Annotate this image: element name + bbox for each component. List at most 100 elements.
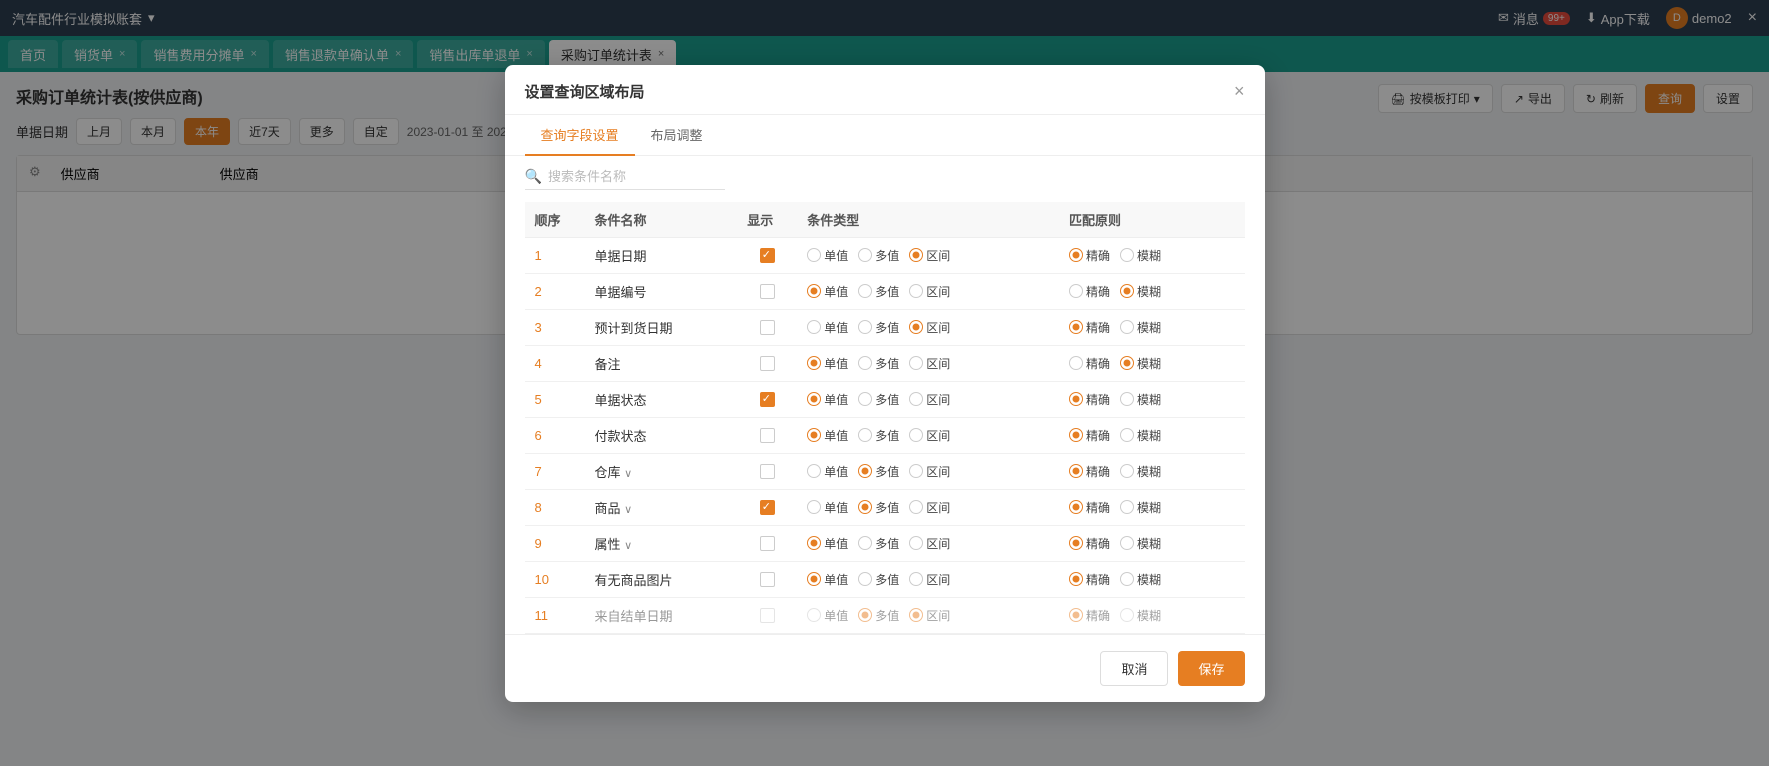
- condition-type-single[interactable]: 单值: [807, 535, 848, 552]
- row-name: 单据日期: [585, 237, 738, 273]
- search-box: 🔍: [525, 168, 725, 190]
- row-condition-type: 单值多值区间: [797, 561, 1059, 597]
- match-rule-exact[interactable]: 精确: [1069, 535, 1110, 552]
- row-match-rule: 精确模糊: [1059, 453, 1244, 489]
- tab-layout-adjust[interactable]: 布局调整: [635, 115, 719, 156]
- cancel-button[interactable]: 取消: [1100, 651, 1168, 686]
- condition-type-single[interactable]: 单值: [807, 571, 848, 588]
- condition-type-single[interactable]: 单值: [807, 247, 848, 264]
- match-rule-fuzzy[interactable]: 模糊: [1120, 355, 1161, 372]
- display-checkbox[interactable]: [760, 428, 775, 443]
- search-icon: 🔍: [525, 168, 542, 185]
- condition-type-range[interactable]: 区间: [909, 319, 950, 336]
- save-button[interactable]: 保存: [1178, 651, 1244, 686]
- condition-type-multi[interactable]: 多值: [858, 427, 899, 444]
- col-header-display: 显示: [737, 202, 797, 238]
- row-condition-type: 单值多值区间: [797, 489, 1059, 525]
- display-checkbox[interactable]: [760, 500, 775, 515]
- condition-type-single[interactable]: 单值: [807, 427, 848, 444]
- condition-type-multi[interactable]: 多值: [858, 319, 899, 336]
- match-rule-fuzzy[interactable]: 模糊: [1120, 283, 1161, 300]
- row-display: [737, 489, 797, 525]
- row-order: 8: [525, 489, 585, 525]
- condition-type-single[interactable]: 单值: [807, 319, 848, 336]
- condition-type-multi[interactable]: 多值: [858, 607, 899, 624]
- row-order: 11: [525, 597, 585, 633]
- display-checkbox[interactable]: [760, 248, 775, 263]
- tab-query-fields[interactable]: 查询字段设置: [525, 115, 635, 156]
- condition-type-single[interactable]: 单值: [807, 391, 848, 408]
- dialog-tabs: 查询字段设置 布局调整: [505, 115, 1265, 156]
- row-display: [737, 525, 797, 561]
- dialog-close-btn[interactable]: ×: [1234, 82, 1245, 100]
- condition-type-multi[interactable]: 多值: [858, 247, 899, 264]
- condition-type-single[interactable]: 单值: [807, 463, 848, 480]
- display-checkbox[interactable]: [760, 572, 775, 587]
- condition-type-multi[interactable]: 多值: [858, 499, 899, 516]
- condition-type-range[interactable]: 区间: [909, 391, 950, 408]
- match-rule-exact[interactable]: 精确: [1069, 355, 1110, 372]
- condition-type-range[interactable]: 区间: [909, 499, 950, 516]
- match-rule-fuzzy[interactable]: 模糊: [1120, 535, 1161, 552]
- match-rule-fuzzy[interactable]: 模糊: [1120, 499, 1161, 516]
- match-rule-fuzzy[interactable]: 模糊: [1120, 463, 1161, 480]
- row-name: 单据状态: [585, 381, 738, 417]
- match-rule-exact[interactable]: 精确: [1069, 607, 1110, 624]
- display-checkbox[interactable]: [760, 320, 775, 335]
- condition-type-range[interactable]: 区间: [909, 355, 950, 372]
- condition-type-multi[interactable]: 多值: [858, 391, 899, 408]
- condition-type-multi[interactable]: 多值: [858, 571, 899, 588]
- display-checkbox[interactable]: [760, 536, 775, 551]
- match-rule-fuzzy[interactable]: 模糊: [1120, 319, 1161, 336]
- display-checkbox[interactable]: [760, 464, 775, 479]
- match-rule-fuzzy[interactable]: 模糊: [1120, 607, 1161, 624]
- row-match-rule: 精确模糊: [1059, 309, 1244, 345]
- condition-type-single[interactable]: 单值: [807, 283, 848, 300]
- row-order: 5: [525, 381, 585, 417]
- match-rule-fuzzy[interactable]: 模糊: [1120, 391, 1161, 408]
- condition-type-single[interactable]: 单值: [807, 499, 848, 516]
- condition-type-range[interactable]: 区间: [909, 535, 950, 552]
- match-rule-fuzzy[interactable]: 模糊: [1120, 247, 1161, 264]
- display-checkbox[interactable]: [760, 356, 775, 371]
- match-rule-exact[interactable]: 精确: [1069, 499, 1110, 516]
- search-input[interactable]: [548, 169, 708, 184]
- condition-type-multi[interactable]: 多值: [858, 283, 899, 300]
- display-checkbox[interactable]: [760, 392, 775, 407]
- condition-type-multi[interactable]: 多值: [858, 355, 899, 372]
- match-rule-fuzzy[interactable]: 模糊: [1120, 427, 1161, 444]
- match-rule-exact[interactable]: 精确: [1069, 571, 1110, 588]
- row-name: 属性 ∨: [585, 525, 738, 561]
- row-order: 3: [525, 309, 585, 345]
- row-display: [737, 309, 797, 345]
- table-row: 5单据状态 单值多值区间 精确模糊: [525, 381, 1245, 417]
- row-name: 预计到货日期: [585, 309, 738, 345]
- row-display: [737, 345, 797, 381]
- row-name: 付款状态: [585, 417, 738, 453]
- condition-type-multi[interactable]: 多值: [858, 463, 899, 480]
- row-order: 9: [525, 525, 585, 561]
- row-order: 6: [525, 417, 585, 453]
- condition-type-single[interactable]: 单值: [807, 355, 848, 372]
- row-match-rule: 精确模糊: [1059, 273, 1244, 309]
- condition-type-range[interactable]: 区间: [909, 463, 950, 480]
- match-rule-exact[interactable]: 精确: [1069, 319, 1110, 336]
- config-table: 顺序 条件名称 显示 条件类型 匹配原则 1单据日期单值多值区间精确模糊2单据编…: [505, 202, 1265, 634]
- condition-type-range[interactable]: 区间: [909, 571, 950, 588]
- condition-type-multi[interactable]: 多值: [858, 535, 899, 552]
- condition-type-single[interactable]: 单值: [807, 607, 848, 624]
- condition-type-range[interactable]: 区间: [909, 283, 950, 300]
- display-checkbox[interactable]: [760, 608, 775, 623]
- display-checkbox[interactable]: [760, 284, 775, 299]
- match-rule-exact[interactable]: 精确: [1069, 427, 1110, 444]
- match-rule-exact[interactable]: 精确: [1069, 247, 1110, 264]
- condition-type-range[interactable]: 区间: [909, 607, 950, 624]
- match-rule-exact[interactable]: 精确: [1069, 283, 1110, 300]
- match-rule-fuzzy[interactable]: 模糊: [1120, 571, 1161, 588]
- row-condition-type: 单值多值区间: [797, 525, 1059, 561]
- match-rule-exact[interactable]: 精确: [1069, 391, 1110, 408]
- match-rule-exact[interactable]: 精确: [1069, 463, 1110, 480]
- table-row: 10有无商品图片单值多值区间精确模糊: [525, 561, 1245, 597]
- condition-type-range[interactable]: 区间: [909, 427, 950, 444]
- condition-type-range[interactable]: 区间: [909, 247, 950, 264]
